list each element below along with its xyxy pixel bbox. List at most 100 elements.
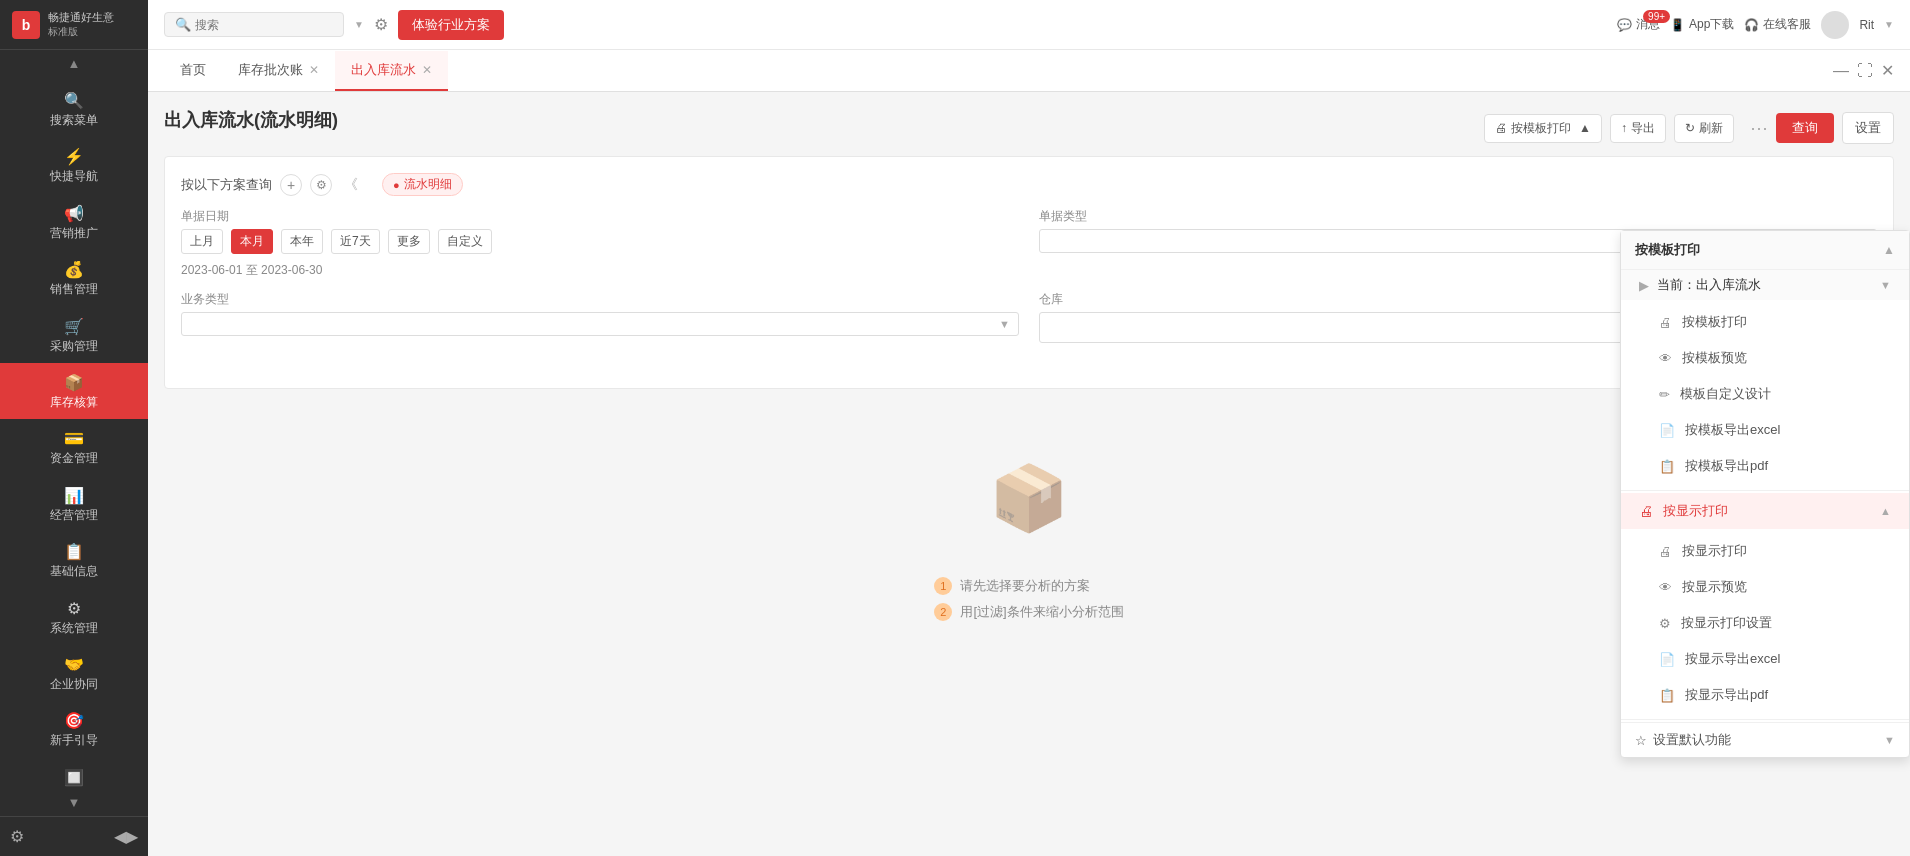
dropdown-item-display-pdf[interactable]: 📋 按显示导出pdf — [1621, 677, 1909, 713]
sidebar-item-sales[interactable]: 💰销售管理 — [0, 250, 148, 306]
dropdown-separator-1 — [1621, 490, 1909, 491]
print-btn-group[interactable]: 🖨 按模板打印 ▲ — [1484, 114, 1602, 143]
sidebar-item-marketing[interactable]: 📢营销推广 — [0, 194, 148, 250]
topbar-gear-icon[interactable]: ⚙ — [374, 15, 388, 34]
headset-icon: 🎧 — [1744, 18, 1759, 32]
template-preview-icon: 👁 — [1659, 351, 1672, 366]
app-download-btn[interactable]: 📱 App下载 — [1670, 16, 1734, 33]
dropdown-item-display-preview[interactable]: 👁 按显示预览 — [1621, 569, 1909, 605]
dropdown-item-template-excel[interactable]: 📄 按模板导出excel — [1621, 412, 1909, 448]
export-icon: ↑ — [1621, 121, 1627, 135]
user-avatar — [1821, 11, 1849, 39]
date-btn-last-month[interactable]: 上月 — [181, 229, 223, 254]
print-dropdown-icon[interactable]: ▲ — [1579, 121, 1591, 135]
display-section-icon: 🖨 — [1639, 503, 1653, 519]
template-preview-label: 按模板预览 — [1682, 349, 1747, 367]
current-section-arrow[interactable]: ▼ — [1880, 279, 1891, 291]
display-print-label: 按显示打印 — [1682, 542, 1747, 560]
sidebar-item-app-center[interactable]: 🔲应用中心 — [0, 758, 148, 789]
date-btn-more[interactable]: 更多 — [388, 229, 430, 254]
tab-close-all-icon[interactable]: ✕ — [1881, 61, 1894, 80]
sidebar-item-guide[interactable]: 🎯新手引导 — [0, 701, 148, 757]
dropdown-collapse-icon[interactable]: ▲ — [1883, 243, 1895, 257]
sidebar-item-operations[interactable]: 📊经营管理 — [0, 476, 148, 532]
hint-num-1: 1 — [934, 577, 952, 595]
date-btn-custom[interactable]: 自定义 — [438, 229, 492, 254]
condition-settings-btn[interactable]: ⚙ — [310, 174, 332, 196]
date-field-label: 单据日期 — [181, 208, 1019, 225]
selected-tag-label: 流水明细 — [404, 176, 452, 193]
tab-batch-account-close[interactable]: ✕ — [309, 63, 319, 77]
top-bar: 🔍 ▼ ⚙ 体验行业方案 💬 消息 99+ 📱 App下载 🎧 在线客服 Rit… — [148, 0, 1910, 50]
collapse-sidebar-icon[interactable]: ◀▶ — [114, 827, 138, 846]
sidebar-item-cooperation[interactable]: 🤝企业协同 — [0, 645, 148, 701]
search-input[interactable] — [195, 18, 333, 32]
app-download-icon: 📱 — [1670, 18, 1685, 32]
tab-home-label: 首页 — [180, 61, 206, 79]
dropdown-item-template-custom[interactable]: ✏ 模板自定义设计 — [1621, 376, 1909, 412]
search-box[interactable]: 🔍 — [164, 12, 344, 37]
header-actions: 🖨 按模板打印 ▲ ↑ 导出 ↻ 刷新 ⋯ 查询 设置 — [1484, 112, 1894, 144]
date-btn-last-7days[interactable]: 近7天 — [331, 229, 380, 254]
tab-flow-close[interactable]: ✕ — [422, 63, 432, 77]
tab-batch-account[interactable]: 库存批次账 ✕ — [222, 51, 335, 91]
dropdown-item-display-settings[interactable]: ⚙ 按显示打印设置 — [1621, 605, 1909, 641]
app-download-label: App下载 — [1689, 16, 1734, 33]
print-dropdown: 按模板打印 ▲ ▶ 当前：出入库流水 ▼ 🖨 按模板打印 👁 按模板预览 — [1620, 230, 1910, 758]
export-label: 导出 — [1631, 120, 1655, 137]
export-btn[interactable]: ↑ 导出 — [1610, 114, 1666, 143]
template-pdf-label: 按模板导出pdf — [1685, 457, 1768, 475]
more-options-icon[interactable]: ⋯ — [1750, 117, 1768, 139]
user-info: Rit — [1859, 18, 1874, 32]
sidebar-item-purchase[interactable]: 🛒采购管理 — [0, 307, 148, 363]
set-default-icon: ☆ — [1635, 733, 1647, 748]
online-service-btn[interactable]: 🎧 在线客服 — [1744, 16, 1811, 33]
dropdown-title: 按模板打印 — [1635, 241, 1700, 259]
sidebar-item-quick-nav[interactable]: ⚡快捷导航 — [0, 137, 148, 193]
dropdown-section-display[interactable]: 🖨 按显示打印 ▲ — [1621, 493, 1909, 529]
date-btn-this-year[interactable]: 本年 — [281, 229, 323, 254]
add-condition-btn[interactable]: + — [280, 174, 302, 196]
sidebar-item-basics[interactable]: 📋基础信息 — [0, 532, 148, 588]
tab-minimize-icon[interactable]: — — [1833, 62, 1849, 80]
biz-type-select[interactable]: ▼ — [181, 312, 1019, 336]
condition-collapse-btn[interactable]: 《 — [344, 176, 358, 194]
tab-home[interactable]: 首页 — [164, 51, 222, 91]
date-filter-group: 上月 本月 本年 近7天 更多 自定义 — [181, 229, 1019, 254]
nav-icon-purchase: 🛒 — [64, 317, 84, 336]
dropdown-item-display-print[interactable]: 🖨 按显示打印 — [1621, 533, 1909, 569]
tab-maximize-icon[interactable]: ⛶ — [1857, 62, 1873, 80]
dropdown-item-template-print[interactable]: 🖨 按模板打印 — [1621, 304, 1909, 340]
dropdown-footer-item[interactable]: ☆ 设置默认功能 ▼ — [1621, 722, 1909, 757]
dropdown-item-template-pdf[interactable]: 📋 按模板导出pdf — [1621, 448, 1909, 484]
nav-icon-cooperation: 🤝 — [64, 655, 84, 674]
sidebar-scroll-up[interactable]: ▲ — [0, 50, 148, 77]
nav-label-quick-nav: 快捷导航 — [50, 169, 98, 183]
template-excel-icon: 📄 — [1659, 423, 1675, 438]
settings-icon[interactable]: ⚙ — [10, 827, 24, 846]
sidebar-item-finance[interactable]: 💳资金管理 — [0, 419, 148, 475]
sidebar-item-inventory[interactable]: 📦库存核算 — [0, 363, 148, 419]
dropdown-item-display-excel[interactable]: 📄 按显示导出excel — [1621, 641, 1909, 677]
sidebar-item-system[interactable]: ⚙系统管理 — [0, 589, 148, 645]
biz-type-field: 业务类型 ▼ — [181, 291, 1019, 336]
dropdown-item-template-preview[interactable]: 👁 按模板预览 — [1621, 340, 1909, 376]
sidebar-scroll-down[interactable]: ▼ — [0, 789, 148, 816]
message-btn[interactable]: 💬 消息 99+ — [1617, 16, 1660, 33]
refresh-btn[interactable]: ↻ 刷新 — [1674, 114, 1734, 143]
settings-btn[interactable]: 设置 — [1842, 112, 1894, 144]
industry-btn[interactable]: 体验行业方案 — [398, 10, 504, 40]
empty-state-illustration: 📦 — [979, 461, 1079, 561]
template-pdf-icon: 📋 — [1659, 459, 1675, 474]
template-print-label: 按模板打印 — [1682, 313, 1747, 331]
page-content: 出入库流水(流水明细) 🖨 按模板打印 ▲ ↑ 导出 ↻ 刷新 ⋯ 查询 设置 — [148, 92, 1910, 856]
nav-icon-app-center: 🔲 — [64, 768, 84, 787]
template-section: 🖨 按模板打印 👁 按模板预览 ✏ 模板自定义设计 📄 按模板导出excel 📋 — [1621, 300, 1909, 488]
query-btn[interactable]: 查询 — [1776, 113, 1834, 143]
search-dropdown-icon[interactable]: ▼ — [354, 19, 364, 30]
user-dropdown-icon[interactable]: ▼ — [1884, 19, 1894, 30]
sidebar-item-search-menu[interactable]: 🔍搜索菜单 — [0, 81, 148, 137]
tab-flow[interactable]: 出入库流水 ✕ — [335, 51, 448, 91]
date-btn-this-month[interactable]: 本月 — [231, 229, 273, 254]
display-settings-label: 按显示打印设置 — [1681, 614, 1772, 632]
